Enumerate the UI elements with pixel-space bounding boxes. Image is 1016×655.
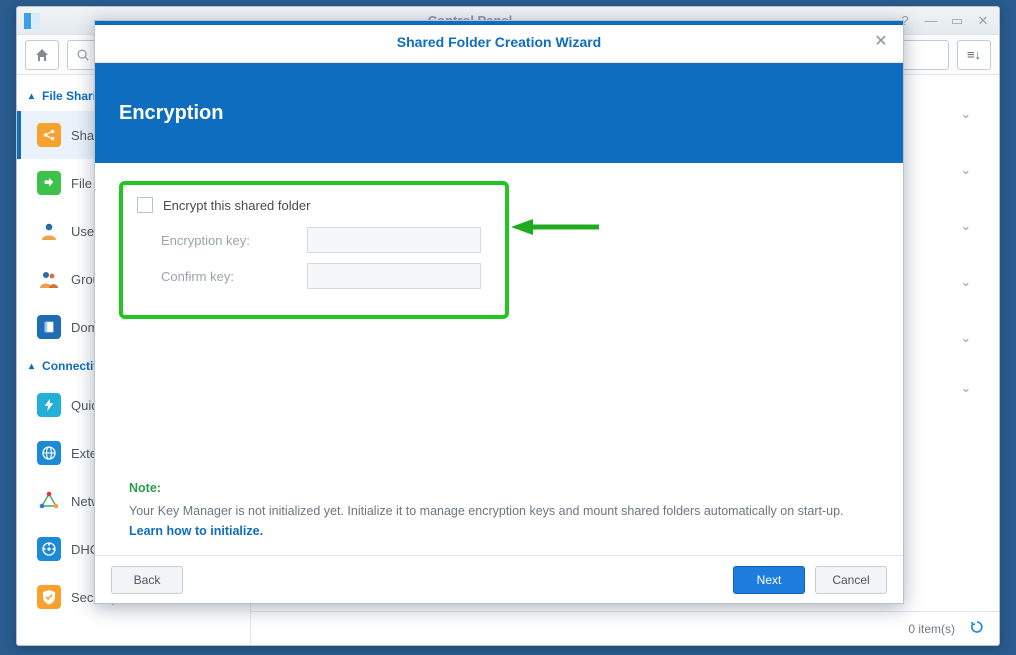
modal-body: Encrypt this shared folder Encryption ke…	[95, 163, 903, 555]
shield-icon	[37, 585, 61, 609]
confirm-key-input[interactable]	[307, 263, 481, 289]
modal-banner: Encryption	[95, 63, 903, 163]
home-icon	[34, 47, 50, 63]
refresh-button[interactable]	[969, 619, 985, 638]
encryption-key-input[interactable]	[307, 227, 481, 253]
modal-footer: Back Next Cancel	[95, 555, 903, 603]
encryption-key-row: Encryption key:	[161, 227, 491, 253]
modal-region: Shared Folder Creation Wizard ✕ Encrypti…	[0, 0, 1016, 655]
encrypt-checkbox-row[interactable]: Encrypt this shared folder	[137, 197, 491, 213]
chevron-down-icon[interactable]: ⌄	[951, 373, 981, 403]
note-block: Note: Your Key Manager is not initialize…	[129, 479, 879, 541]
items-count: 0 item(s)	[908, 622, 955, 636]
chevron-down-icon[interactable]: ⌄	[951, 323, 981, 353]
network-icon	[37, 489, 61, 513]
encryption-key-label: Encryption key:	[161, 233, 291, 248]
modal-close-button[interactable]: ✕	[869, 29, 893, 53]
home-button[interactable]	[25, 40, 59, 70]
encrypt-checkbox-label: Encrypt this shared folder	[163, 198, 310, 213]
chevron-down-icon[interactable]: ⌄	[951, 267, 981, 297]
bolt-icon	[37, 393, 61, 417]
sort-button[interactable]: ≡↓	[957, 40, 991, 70]
dhcp-icon	[37, 537, 61, 561]
modal-titlebar: Shared Folder Creation Wizard ✕	[95, 21, 903, 63]
share-icon	[37, 123, 61, 147]
close-icon[interactable]: ✕	[971, 12, 995, 30]
user-icon	[37, 219, 61, 243]
confirm-key-label: Confirm key:	[161, 269, 291, 284]
chevron-up-icon: ▴	[29, 91, 34, 102]
app-icon	[17, 7, 47, 34]
refresh-icon	[969, 619, 985, 635]
minimize-icon[interactable]: —	[919, 12, 943, 30]
sort-icon: ≡↓	[967, 47, 981, 62]
note-body: Your Key Manager is not initialized yet.…	[129, 504, 844, 518]
status-bar: 0 item(s)	[251, 611, 999, 645]
modal-title: Shared Folder Creation Wizard	[397, 34, 601, 50]
checkbox-icon[interactable]	[137, 197, 153, 213]
chevron-down-icon[interactable]: ⌄	[951, 155, 981, 185]
cancel-button[interactable]: Cancel	[815, 566, 887, 594]
maximize-icon[interactable]: ▭	[945, 12, 969, 30]
encryption-highlight-box: Encrypt this shared folder Encryption ke…	[119, 181, 509, 319]
file-transfer-icon	[37, 171, 61, 195]
next-button[interactable]: Next	[733, 566, 805, 594]
globe-icon	[37, 441, 61, 465]
search-icon	[76, 48, 90, 62]
chevron-down-icon[interactable]: ⌄	[951, 211, 981, 241]
chevron-up-icon: ▴	[29, 361, 34, 372]
group-icon	[37, 267, 61, 291]
learn-link[interactable]: Learn how to initialize.	[129, 524, 263, 538]
annotation-arrow-icon	[511, 217, 601, 237]
note-heading: Note:	[129, 479, 879, 498]
chevron-down-icon[interactable]: ⌄	[951, 99, 981, 129]
wizard-modal: Shared Folder Creation Wizard ✕ Encrypti…	[94, 20, 904, 604]
modal-banner-title: Encryption	[119, 102, 223, 125]
confirm-key-row: Confirm key:	[161, 263, 491, 289]
back-button[interactable]: Back	[111, 566, 183, 594]
book-icon	[37, 315, 61, 339]
